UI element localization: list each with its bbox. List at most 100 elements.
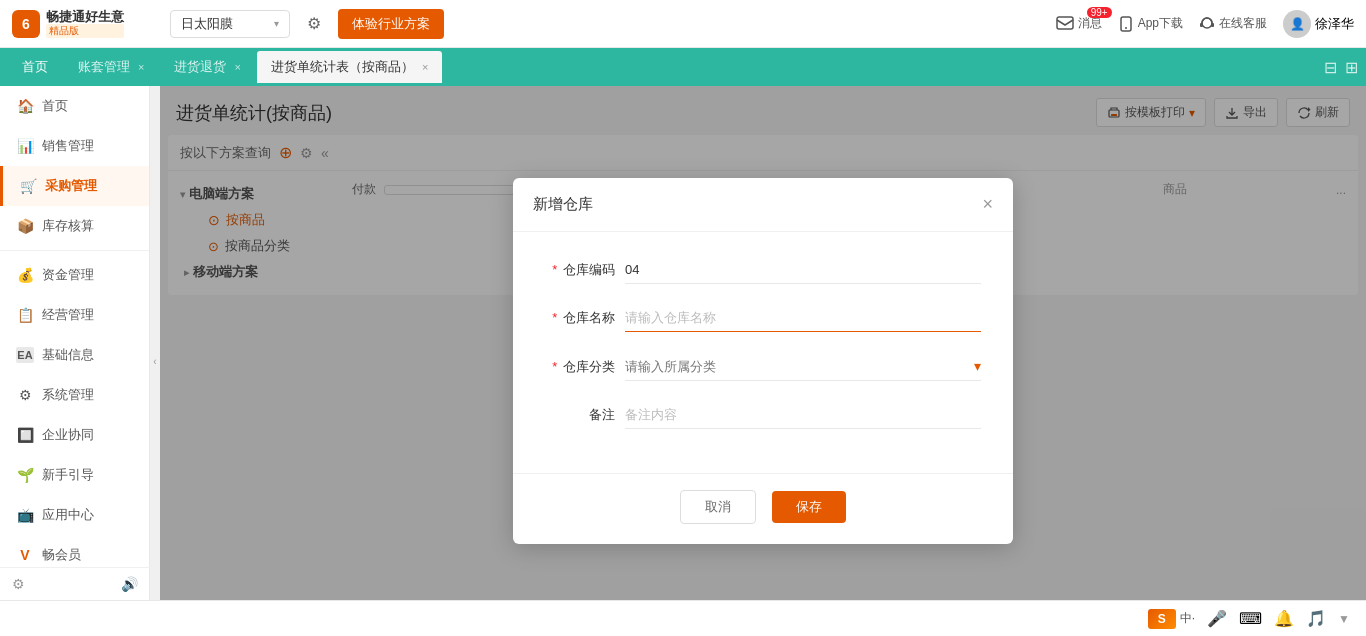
avatar: 👤 [1283, 10, 1311, 38]
tab-purchase-stat-label: 进货单统计表（按商品） [271, 58, 414, 76]
note-label: 备注 [545, 406, 625, 424]
sidebar-toggle[interactable]: ‹ [150, 86, 160, 636]
speaker-icon[interactable]: 🔊 [121, 576, 138, 592]
sidebar-item-home[interactable]: 🏠 首页 [0, 86, 149, 126]
sidebar-item-finance[interactable]: 💰 资金管理 [0, 255, 149, 295]
category-label: * 仓库分类 [545, 358, 625, 376]
tab-accounts-close[interactable]: × [138, 61, 144, 73]
sidebar-item-operations-label: 经营管理 [42, 306, 94, 324]
sidebar-item-guide[interactable]: 🌱 新手引导 [0, 455, 149, 495]
message-icon [1056, 15, 1074, 33]
app-download-item[interactable]: App下载 [1118, 15, 1183, 32]
svg-rect-5 [1211, 23, 1214, 27]
store-name: 日太阳膜 [181, 15, 270, 33]
sidebar-item-system[interactable]: ⚙ 系统管理 [0, 375, 149, 415]
sidebar-item-enterprise-label: 企业协同 [42, 426, 94, 444]
content-area: 进货单统计(按商品) 按模板打印 ▾ 导出 刷新 按以下 [160, 86, 1366, 636]
sidebar-divider-1 [0, 250, 149, 251]
bottom-chevron-icon[interactable]: ▼ [1338, 612, 1350, 626]
tab-minimize-btn[interactable]: ⊟ [1324, 58, 1337, 77]
sidebar-item-operations[interactable]: 📋 经营管理 [0, 295, 149, 335]
app-label: App下载 [1138, 15, 1183, 32]
category-select[interactable]: ▾ [625, 352, 981, 381]
code-input[interactable] [625, 256, 981, 284]
s-logo-icon: S [1148, 609, 1176, 629]
svg-point-2 [1125, 27, 1127, 29]
tab-home-label: 首页 [22, 58, 48, 76]
tab-purchase-stat[interactable]: 进货单统计表（按商品） × [257, 51, 442, 83]
tab-purchase-stat-close[interactable]: × [422, 61, 428, 73]
mobile-icon [1118, 16, 1134, 32]
tab-purchase-return[interactable]: 进货退货 × [160, 51, 254, 83]
sidebar-item-system-label: 系统管理 [42, 386, 94, 404]
sidebar-item-apps[interactable]: 📺 应用中心 [0, 495, 149, 535]
top-header: 6 畅捷通好生意 精品版 日太阳膜 ▾ ⚙ 体验行业方案 消息 99+ App下… [0, 0, 1366, 48]
tab-purchase-return-close[interactable]: × [234, 61, 240, 73]
tab-purchase-return-label: 进货退货 [174, 58, 226, 76]
sidebar-item-enterprise[interactable]: 🔲 企业协同 [0, 415, 149, 455]
trial-button[interactable]: 体验行业方案 [338, 9, 444, 39]
code-label: * 仓库编码 [545, 261, 625, 279]
enterprise-icon: 🔲 [16, 426, 34, 444]
bottom-notification-icon[interactable]: 🔔 [1274, 609, 1294, 628]
store-selector[interactable]: 日太阳膜 ▾ [170, 10, 290, 38]
sidebar-item-inventory-label: 库存核算 [42, 217, 94, 235]
modal-header: 新增仓库 × [513, 178, 1013, 232]
basic-info-icon: EA [16, 347, 34, 363]
bottom-text-cn: 中· [1180, 610, 1195, 627]
sidebar-item-inventory[interactable]: 📦 库存核算 [0, 206, 149, 246]
required-mark-code: * [552, 262, 557, 277]
svg-rect-0 [1057, 17, 1073, 29]
sidebar-item-apps-label: 应用中心 [42, 506, 94, 524]
tab-home[interactable]: 首页 [8, 51, 62, 83]
service-label: 在线客服 [1219, 15, 1267, 32]
sidebar-item-sales[interactable]: 📊 销售管理 [0, 126, 149, 166]
tab-accounts-label: 账套管理 [78, 58, 130, 76]
sidebar-item-purchase[interactable]: 🛒 采购管理 [0, 166, 149, 206]
bottom-keyboard-icon[interactable]: ⌨ [1239, 609, 1262, 628]
bottom-music-icon[interactable]: 🎵 [1306, 609, 1326, 628]
form-row-name: * 仓库名称 [545, 304, 981, 332]
modal-body: * 仓库编码 * 仓库名称 [513, 232, 1013, 473]
logo-area: 6 畅捷通好生意 精品版 [12, 9, 162, 39]
service-item[interactable]: 在线客服 [1199, 15, 1267, 32]
svg-rect-4 [1200, 23, 1203, 27]
vip-icon: V [16, 546, 34, 564]
inventory-icon: 📦 [16, 217, 34, 235]
operations-icon: 📋 [16, 306, 34, 324]
gear-button[interactable]: ⚙ [298, 8, 330, 40]
apps-icon: 📺 [16, 506, 34, 524]
modal-footer: 取消 保存 [513, 473, 1013, 544]
finance-icon: 💰 [16, 266, 34, 284]
modal-close-button[interactable]: × [982, 194, 993, 215]
category-input[interactable] [625, 359, 974, 374]
form-row-note: 备注 [545, 401, 981, 429]
sidebar-item-basic-label: 基础信息 [42, 346, 94, 364]
tab-bar-right: ⊟ ⊞ [1324, 58, 1358, 77]
bottom-logo: S 中· [1148, 609, 1195, 629]
modal-title: 新增仓库 [533, 195, 593, 214]
chevron-down-icon: ▾ [274, 18, 279, 29]
name-input[interactable] [625, 304, 981, 332]
category-arrow-icon: ▾ [974, 358, 981, 374]
note-input[interactable] [625, 401, 981, 429]
bottom-mic-icon[interactable]: 🎤 [1207, 609, 1227, 628]
user-info[interactable]: 👤 徐泽华 [1283, 10, 1354, 38]
message-item[interactable]: 消息 99+ [1056, 15, 1102, 33]
tab-expand-btn[interactable]: ⊞ [1345, 58, 1358, 77]
gear-bottom-icon[interactable]: ⚙ [12, 576, 25, 592]
required-mark-name: * [552, 310, 557, 325]
sidebar-item-basic-info[interactable]: EA 基础信息 [0, 335, 149, 375]
cancel-button[interactable]: 取消 [680, 490, 756, 524]
save-button[interactable]: 保存 [772, 491, 846, 523]
user-name: 徐泽华 [1315, 15, 1354, 33]
modal-overlay: 新增仓库 × * 仓库编码 * [160, 86, 1366, 636]
message-badge: 99+ [1087, 7, 1112, 18]
required-mark-category: * [552, 359, 557, 374]
sidebar-item-sales-label: 销售管理 [42, 137, 94, 155]
header-right: 消息 99+ App下载 在线客服 👤 徐泽华 [1056, 10, 1354, 38]
tab-accounts[interactable]: 账套管理 × [64, 51, 158, 83]
sales-icon: 📊 [16, 137, 34, 155]
tab-bar: 首页 账套管理 × 进货退货 × 进货单统计表（按商品） × ⊟ ⊞ [0, 48, 1366, 86]
system-icon: ⚙ [16, 386, 34, 404]
